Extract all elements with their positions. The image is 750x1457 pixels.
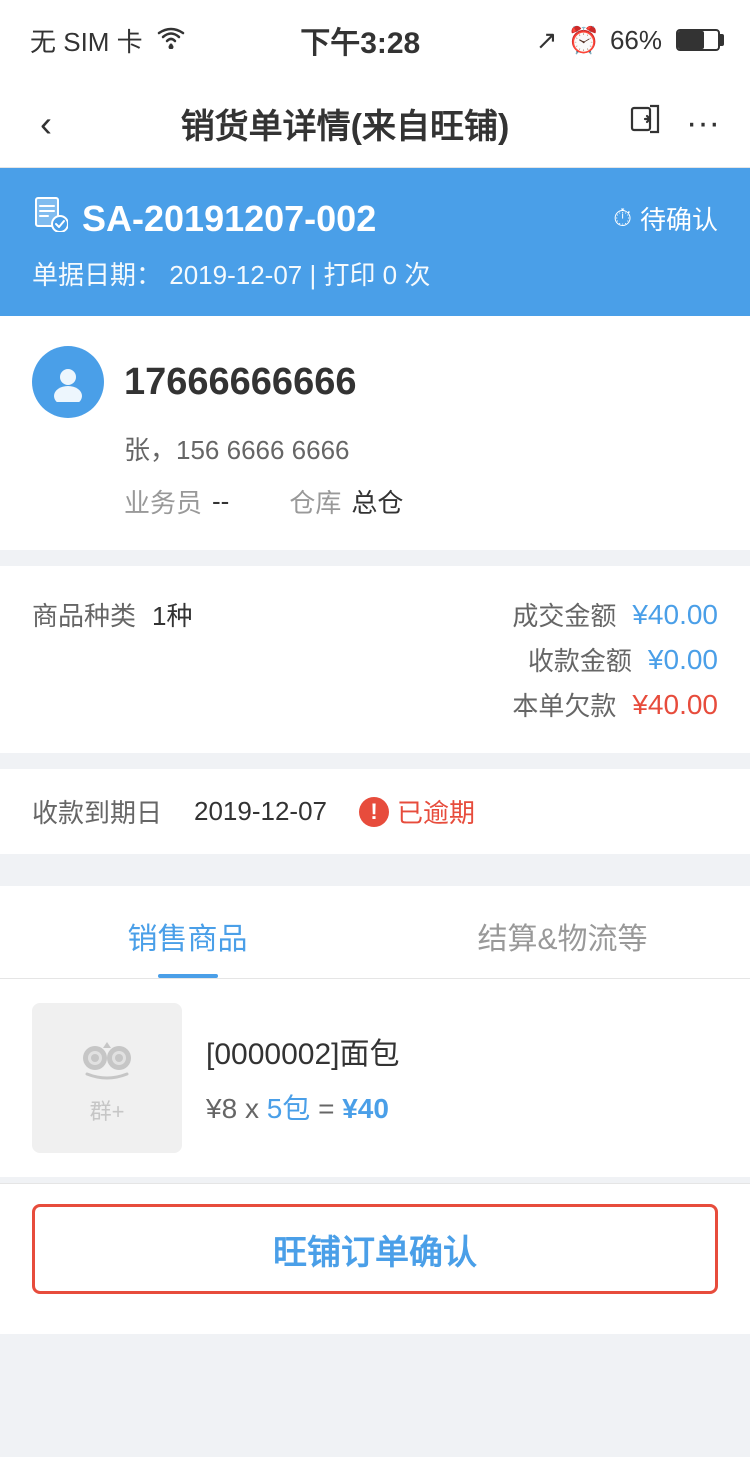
- transaction-value: ¥40.00: [632, 599, 718, 631]
- confirm-order-button[interactable]: 旺铺订单确认: [32, 1204, 718, 1294]
- order-date: 单据日期： 2019-12-07 | 打印 0 次: [32, 255, 718, 292]
- status-left: 无 SIM 卡: [30, 22, 185, 59]
- carrier-text: 无 SIM 卡: [30, 22, 143, 59]
- nav-bar: ‹ 销货单详情(来自旺铺) ···: [0, 80, 750, 168]
- product-type-item: 商品种类 1种: [32, 596, 192, 633]
- product-logo: 群+: [67, 1030, 147, 1126]
- tab-sales-label: 销售商品: [128, 923, 248, 956]
- overdue-text: 已逾期: [397, 793, 475, 830]
- page-title: 销货单详情(来自旺铺): [181, 99, 510, 148]
- more-icon[interactable]: ···: [686, 104, 720, 143]
- price-qty: 5包: [267, 1093, 311, 1124]
- overdue-badge: ! 已逾期: [359, 793, 475, 830]
- separator: [0, 870, 750, 886]
- warehouse-info: 仓库 总仓: [289, 483, 403, 520]
- wifi-icon: [157, 25, 185, 56]
- date-value: 2019-12-07: [169, 260, 302, 290]
- customer-card: 17666666666 张，156 6666 6666 业务员 -- 仓库 总仓: [0, 316, 750, 550]
- owed-value: ¥40.00: [632, 689, 718, 721]
- order-number: SA-20191207-002: [32, 196, 376, 241]
- tab-settlement-label: 结算&物流等: [477, 923, 647, 956]
- warehouse-label: 仓库: [289, 483, 341, 520]
- received-value: ¥0.00: [648, 644, 718, 676]
- transaction-label: 成交金额: [512, 596, 616, 633]
- tabs: 销售商品 结算&物流等: [0, 886, 750, 979]
- multiply-sign: x: [245, 1093, 267, 1124]
- sales-label: 业务员: [124, 483, 202, 520]
- sales-info: 业务员 --: [124, 483, 229, 520]
- product-price: ¥8 x 5包 = ¥40: [206, 1087, 718, 1127]
- owed-label: 本单欠款: [512, 686, 616, 723]
- due-date-value: 2019-12-07: [194, 796, 327, 827]
- due-label: 收款到期日: [32, 793, 162, 830]
- battery-icon: [676, 29, 720, 51]
- received-label: 收款金额: [528, 641, 632, 678]
- customer-name: 张，156 6666 6666: [124, 430, 718, 467]
- product-name: [0000002]面包: [206, 1029, 718, 1073]
- customer-info: 业务员 -- 仓库 总仓: [124, 483, 718, 520]
- confirm-button-label: 旺铺订单确认: [273, 1225, 477, 1274]
- location-icon: ↗: [536, 25, 558, 56]
- product-type-label: 商品种类: [32, 596, 136, 633]
- product-type-value: 1种: [152, 596, 192, 633]
- status-text: 待确认: [640, 200, 718, 237]
- nav-actions: ···: [628, 102, 720, 145]
- order-header: SA-20191207-002 ⏱ 待确认 单据日期： 2019-12-07 |…: [0, 168, 750, 316]
- avatar: [32, 346, 104, 418]
- order-status: ⏱ 待确认: [613, 200, 718, 237]
- status-bar: 无 SIM 卡 下午3:28 ↗ ⏰ 66%: [0, 0, 750, 80]
- owed-amount-item: 本单欠款 ¥40.00: [512, 686, 718, 723]
- date-label: 单据日期：: [32, 260, 162, 290]
- order-doc-icon: [32, 196, 68, 241]
- overdue-alert-icon: !: [359, 797, 389, 827]
- due-date-card: 收款到期日 2019-12-07 ! 已逾期: [0, 769, 750, 854]
- price-base: ¥8: [206, 1093, 237, 1124]
- print-text: | 打印 0 次: [309, 260, 430, 290]
- product-card: 群+ [0000002]面包 ¥8 x 5包 = ¥40: [0, 979, 750, 1177]
- clock-icon: ⏱: [613, 205, 632, 233]
- tab-settlement[interactable]: 结算&物流等: [375, 886, 750, 978]
- order-number-text: SA-20191207-002: [82, 198, 376, 240]
- alarm-icon: ⏰: [568, 25, 600, 56]
- share-icon[interactable]: [628, 102, 662, 145]
- summary-card: 商品种类 1种 成交金额 ¥40.00 收款金额 ¥0.00 本单欠款 ¥40.…: [0, 566, 750, 753]
- tab-sales-products[interactable]: 销售商品: [0, 886, 375, 978]
- product-info: [0000002]面包 ¥8 x 5包 = ¥40: [206, 1029, 718, 1127]
- price-total: ¥40: [342, 1093, 389, 1124]
- transaction-amount-item: 成交金额 ¥40.00: [512, 596, 718, 633]
- warehouse-value: 总仓: [351, 483, 403, 520]
- sales-value: --: [212, 486, 229, 517]
- back-button[interactable]: ‹: [30, 93, 62, 155]
- time-display: 下午3:28: [300, 18, 420, 62]
- confirm-button-container: 旺铺订单确认: [0, 1183, 750, 1334]
- product-image: 群+: [32, 1003, 182, 1153]
- customer-phone: 17666666666: [124, 361, 356, 404]
- equals-sign: =: [318, 1093, 342, 1124]
- battery-percent: 66%: [610, 25, 662, 56]
- received-amount-item: 收款金额 ¥0.00: [528, 641, 718, 678]
- status-right: ↗ ⏰ 66%: [536, 25, 720, 56]
- tabs-container: 销售商品 结算&物流等: [0, 886, 750, 979]
